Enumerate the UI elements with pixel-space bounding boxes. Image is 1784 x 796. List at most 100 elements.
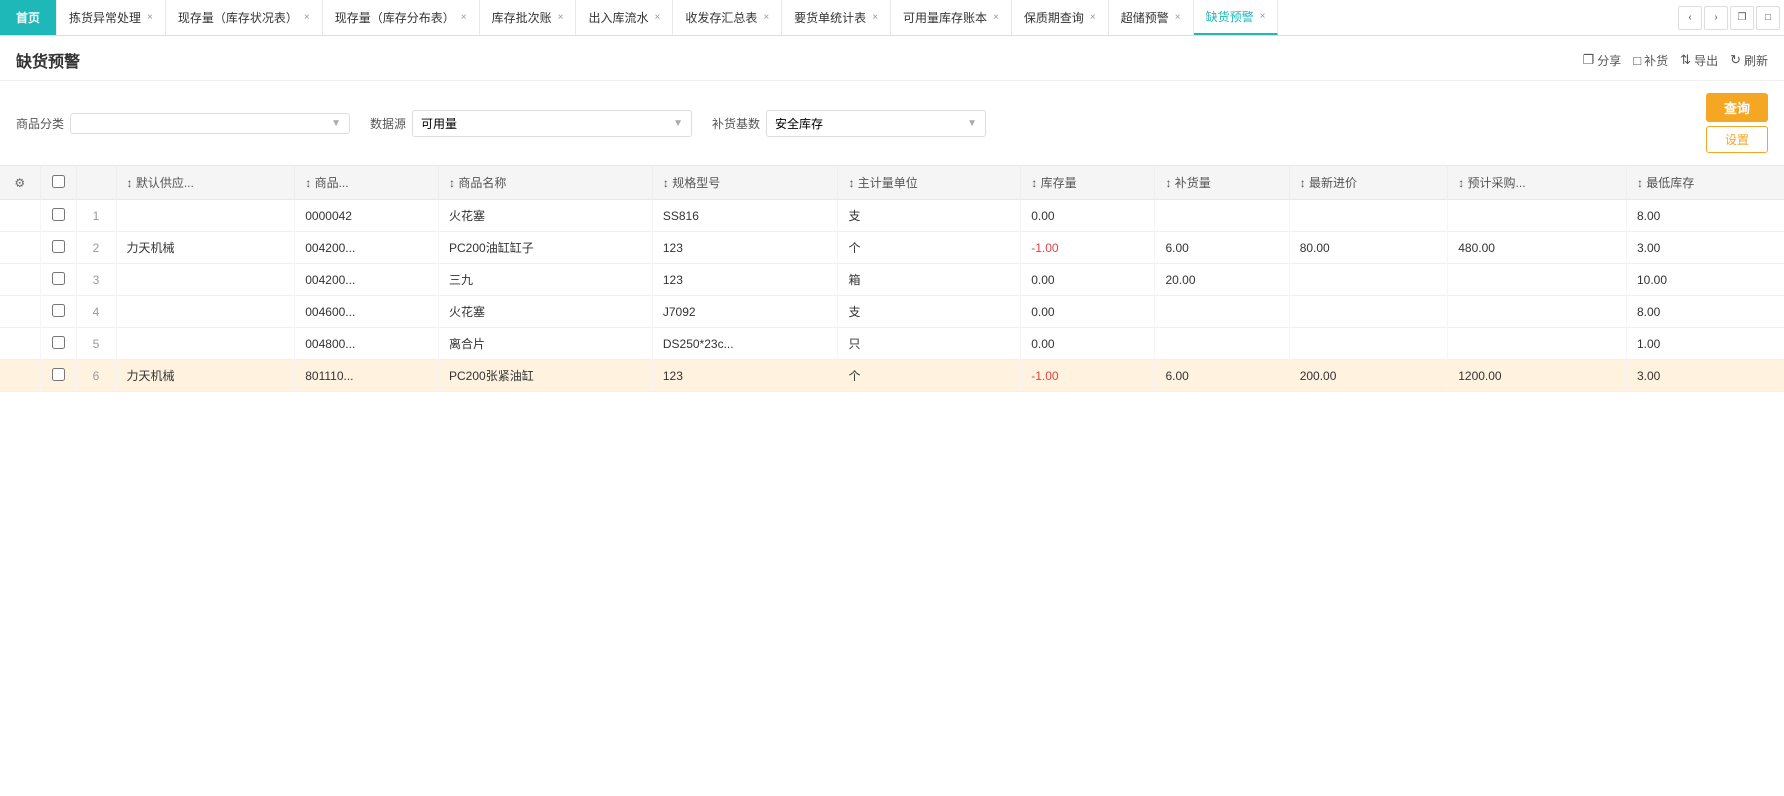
filter-bar: 商品分类 ▼ 数据源 可用量 ▼ 补货基数 安全库存 ▼ 查询 设置 — [0, 81, 1784, 165]
tab-4-close[interactable]: × — [558, 12, 564, 23]
row-latest-price — [1289, 296, 1448, 328]
row-goods-name: 离合片 — [439, 328, 653, 360]
th-goods-name[interactable]: ↕ 商品名称 — [439, 166, 653, 200]
th-goods-code-label: ↕ 商品... — [305, 174, 348, 191]
row-gear — [0, 296, 40, 328]
tab-1[interactable]: 拣货异常处理 × — [57, 0, 166, 35]
tab-11-label: 缺货预警 — [1206, 8, 1254, 25]
row-spec: 123 — [652, 232, 838, 264]
setting-button[interactable]: 设置 — [1706, 126, 1768, 153]
tab-3-label: 现存量（库存分布表） — [335, 9, 455, 26]
tab-5[interactable]: 出入库流水 × — [576, 0, 673, 35]
th-supplier[interactable]: ↕ 默认供应... — [116, 166, 295, 200]
tab-11[interactable]: 缺货预警 × — [1194, 0, 1279, 35]
row-checkbox[interactable] — [52, 208, 65, 221]
row-checkbox-cell — [40, 264, 76, 296]
tab-nav-prev[interactable]: ‹ — [1678, 6, 1702, 30]
th-stock[interactable]: ↕ 库存量 — [1021, 166, 1155, 200]
tab-8[interactable]: 可用量库存账本 × — [891, 0, 1012, 35]
row-checkbox[interactable] — [52, 336, 65, 349]
th-goods-code[interactable]: ↕ 商品... — [295, 166, 439, 200]
row-gear — [0, 232, 40, 264]
share-icon: ❐ — [1583, 52, 1595, 68]
th-est-purchase[interactable]: ↕ 预计采购... — [1448, 166, 1627, 200]
th-unit[interactable]: ↕ 主计量单位 — [838, 166, 1021, 200]
datasource-select[interactable]: 可用量 ▼ — [412, 110, 692, 137]
row-checkbox-cell — [40, 200, 76, 232]
tab-8-label: 可用量库存账本 — [903, 9, 987, 26]
tab-6[interactable]: 收发存汇总表 × — [673, 0, 782, 35]
tab-9[interactable]: 保质期查询 × — [1012, 0, 1109, 35]
row-spec: J7092 — [652, 296, 838, 328]
tab-6-close[interactable]: × — [763, 12, 769, 23]
tab-1-close[interactable]: × — [147, 12, 153, 23]
row-supplier: 力天机械 — [116, 232, 295, 264]
row-stock: 0.00 — [1021, 200, 1155, 232]
tab-10-label: 超储预警 — [1121, 9, 1169, 26]
row-est-purchase — [1448, 200, 1627, 232]
tab-7[interactable]: 要货单统计表 × — [782, 0, 891, 35]
row-replenish-qty: 6.00 — [1155, 360, 1289, 392]
share-button[interactable]: ❐ 分享 — [1583, 52, 1622, 69]
tab-8-close[interactable]: × — [993, 12, 999, 23]
tab-3-close[interactable]: × — [461, 12, 467, 23]
row-replenish-qty: 20.00 — [1155, 264, 1289, 296]
replenish-button[interactable]: □ 补货 — [1633, 52, 1668, 69]
table-row: 2 力天机械 004200... PC200油缸缸子 123 个 -1.00 6… — [0, 232, 1784, 264]
th-min-stock-label: ↕ 最低库存 — [1637, 174, 1694, 191]
tab-4[interactable]: 库存批次账 × — [480, 0, 577, 35]
th-latest-price-label: ↕ 最新进价 — [1300, 174, 1357, 191]
row-gear — [0, 200, 40, 232]
tab-home[interactable]: 首页 — [0, 0, 57, 35]
th-goods-name-label: ↕ 商品名称 — [449, 174, 506, 191]
tab-9-close[interactable]: × — [1090, 12, 1096, 23]
row-latest-price — [1289, 200, 1448, 232]
row-goods-code: 004600... — [295, 296, 439, 328]
export-icon: ⇅ — [1680, 52, 1691, 68]
tab-7-close[interactable]: × — [872, 12, 878, 23]
row-checkbox[interactable] — [52, 240, 65, 253]
row-supplier — [116, 200, 295, 232]
row-spec: 123 — [652, 360, 838, 392]
tab-3[interactable]: 现存量（库存分布表） × — [323, 0, 480, 35]
tab-10-close[interactable]: × — [1175, 12, 1181, 23]
row-num: 6 — [76, 360, 116, 392]
th-min-stock[interactable]: ↕ 最低库存 — [1626, 166, 1784, 200]
tab-nav-next[interactable]: › — [1704, 6, 1728, 30]
category-select[interactable]: ▼ — [70, 113, 350, 134]
row-num: 1 — [76, 200, 116, 232]
refresh-button[interactable]: ↻ 刷新 — [1730, 52, 1768, 69]
tab-nav-restore[interactable]: ❐ — [1730, 6, 1754, 30]
row-checkbox[interactable] — [52, 272, 65, 285]
category-label: 商品分类 — [16, 115, 64, 132]
row-latest-price — [1289, 328, 1448, 360]
header-actions: ❐ 分享 □ 补货 ⇅ 导出 ↻ 刷新 — [1583, 52, 1768, 69]
replenish-icon: □ — [1633, 53, 1641, 68]
row-num: 3 — [76, 264, 116, 296]
th-latest-price[interactable]: ↕ 最新进价 — [1289, 166, 1448, 200]
row-unit: 个 — [838, 232, 1021, 264]
tab-2[interactable]: 现存量（库存状况表） × — [166, 0, 323, 35]
th-replenish-qty[interactable]: ↕ 补货量 — [1155, 166, 1289, 200]
row-checkbox[interactable] — [52, 304, 65, 317]
row-checkbox[interactable] — [52, 368, 65, 381]
th-spec[interactable]: ↕ 规格型号 — [652, 166, 838, 200]
th-stock-label: ↕ 库存量 — [1031, 174, 1076, 191]
tab-2-close[interactable]: × — [304, 12, 310, 23]
tab-bar: 首页 拣货异常处理 × 现存量（库存状况表） × 现存量（库存分布表） × 库存… — [0, 0, 1784, 36]
query-button[interactable]: 查询 — [1706, 93, 1768, 122]
tab-5-close[interactable]: × — [654, 12, 660, 23]
export-button[interactable]: ⇅ 导出 — [1680, 52, 1718, 69]
replenish-select[interactable]: 安全库存 ▼ — [766, 110, 986, 137]
tab-11-close[interactable]: × — [1260, 11, 1266, 22]
row-spec: DS250*23c... — [652, 328, 838, 360]
tab-nav-expand[interactable]: □ — [1756, 6, 1780, 30]
row-min-stock: 10.00 — [1626, 264, 1784, 296]
row-goods-name: 火花塞 — [439, 200, 653, 232]
data-table: ⚙ ↕ 默认供应... ↕ 商品... — [0, 165, 1784, 392]
th-settings[interactable]: ⚙ — [0, 166, 40, 200]
tab-10[interactable]: 超储预警 × — [1109, 0, 1194, 35]
row-replenish-qty — [1155, 296, 1289, 328]
row-supplier — [116, 328, 295, 360]
select-all-checkbox[interactable] — [52, 175, 65, 188]
